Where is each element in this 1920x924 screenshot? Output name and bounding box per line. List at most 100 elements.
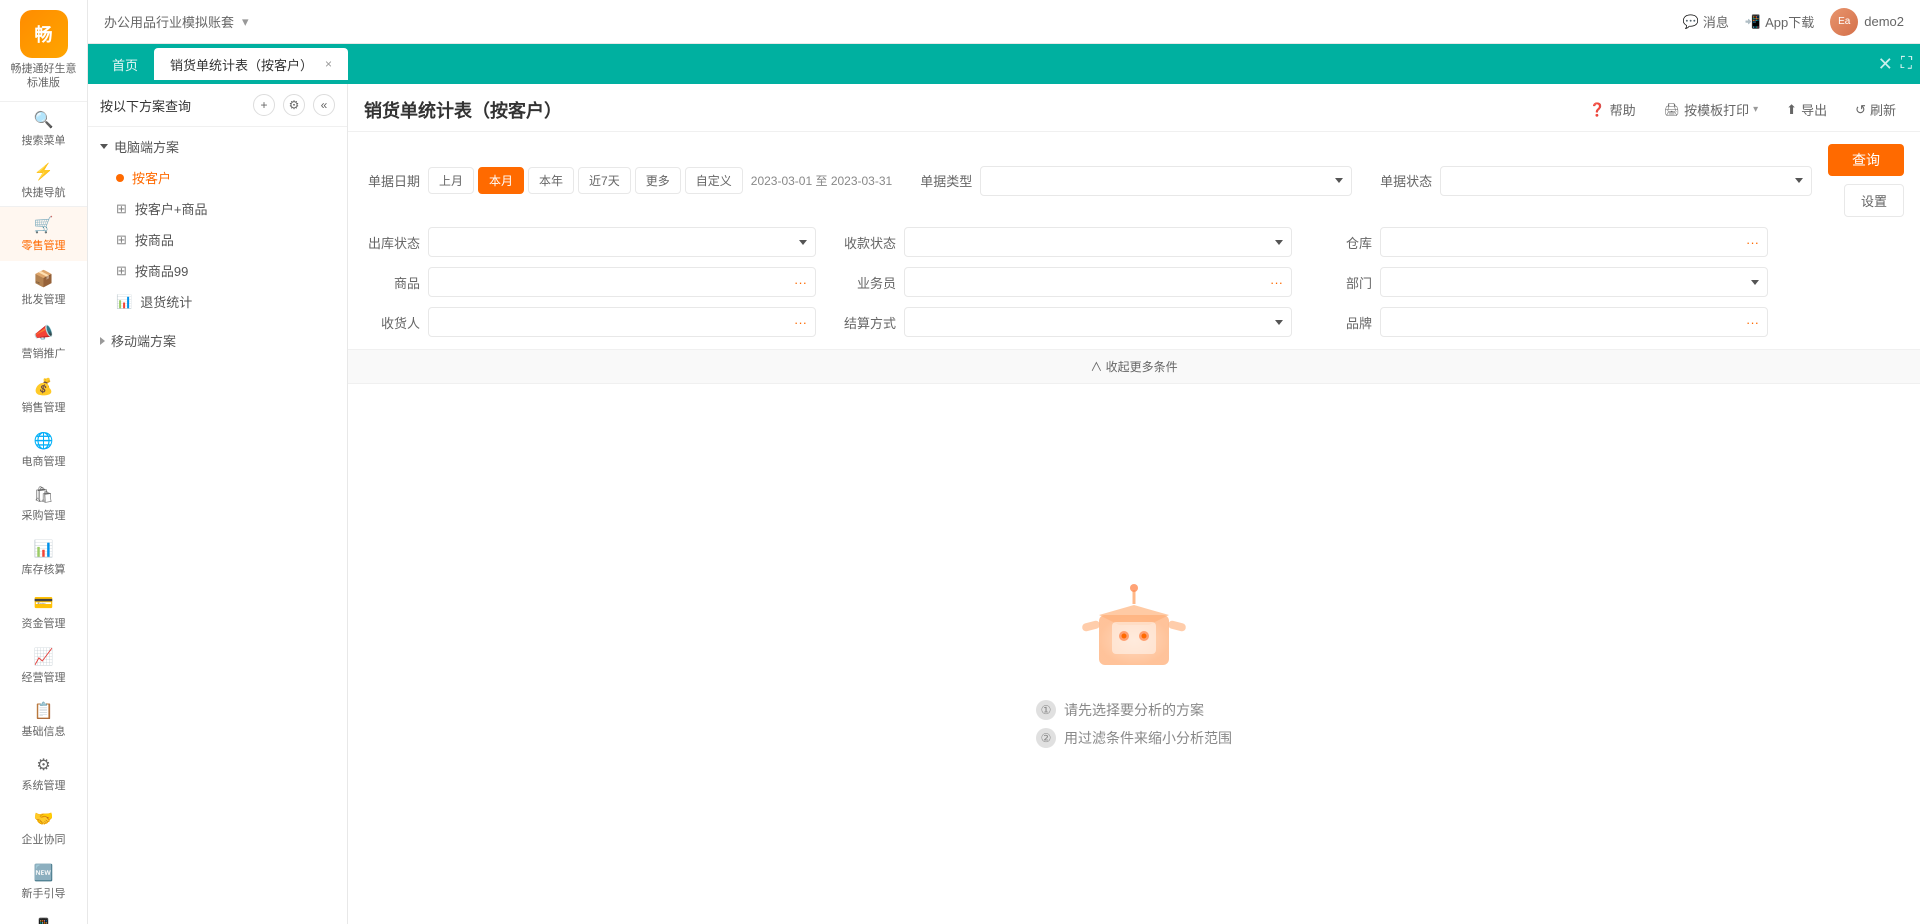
filter-area: 单据日期 上月 本月 本年 近7天 更多 自定义 2023-03-01 至 20… xyxy=(348,132,1920,350)
warehouse-select[interactable]: ··· xyxy=(1380,227,1768,257)
app-download-btn[interactable]: 📲 App下载 xyxy=(1745,12,1814,31)
collapse-panel-btn[interactable]: « xyxy=(313,94,335,116)
salesperson-select[interactable]: ··· xyxy=(904,267,1292,297)
sidebar-item-operations[interactable]: 📈 经营管理 xyxy=(0,639,87,693)
brand-select[interactable]: ··· xyxy=(1380,307,1768,337)
filter-row-4: 收货人 ··· 结算方式 品牌 xyxy=(364,307,1904,337)
out-status-label: 出库状态 xyxy=(364,233,420,252)
order-type-select[interactable] xyxy=(980,166,1352,196)
print-dropdown-icon[interactable]: ▾ xyxy=(1753,104,1758,115)
date-btn-last-7-days[interactable]: 近7天 xyxy=(578,167,631,194)
warehouse-label: 仓库 xyxy=(1316,233,1372,252)
sidebar-item-marketing[interactable]: 📣 营销推广 xyxy=(0,315,87,369)
search-menu-item[interactable]: 🔍 搜索菜单 xyxy=(0,102,87,156)
out-status-select[interactable] xyxy=(428,227,816,257)
scheme-item-by-product[interactable]: ⊞ 按商品 xyxy=(88,224,347,255)
department-select[interactable] xyxy=(1380,267,1768,297)
refresh-btn[interactable]: ↺ 刷新 xyxy=(1847,96,1904,123)
sidebar-item-apps[interactable]: 📱 应用中心 xyxy=(0,909,87,924)
help-btn[interactable]: ❓ 帮助 xyxy=(1581,96,1643,123)
query-button[interactable]: 查询 xyxy=(1828,144,1904,176)
active-dot xyxy=(116,174,124,182)
brand-label: 品牌 xyxy=(1316,313,1372,332)
sidebar-item-enterprise[interactable]: 🤝 企业协同 xyxy=(0,801,87,855)
sidebar-item-sales[interactable]: 💰 销售管理 xyxy=(0,369,87,423)
pc-scheme-group-header[interactable]: 电脑端方案 xyxy=(88,131,347,162)
inventory-label: 库存核算 xyxy=(22,561,66,577)
ecommerce-icon: 🌐 xyxy=(34,431,54,451)
order-status-select[interactable] xyxy=(1440,166,1812,196)
template-print-btn[interactable]: 🖨 按模板打印 ▾ xyxy=(1656,96,1767,123)
settings-scheme-btn[interactable]: ⚙ xyxy=(283,94,305,116)
search-icon: 🔍 xyxy=(34,110,54,130)
tab-close-icon[interactable]: × xyxy=(325,57,332,71)
right-panel: 销货单统计表（按客户） ❓ 帮助 🖨 按模板打印 ▾ ⬆ 导出 xyxy=(348,84,1920,924)
sidebar-item-tutorial[interactable]: 🆕 新手引导 xyxy=(0,855,87,909)
basic-icon: 📋 xyxy=(34,701,54,721)
sidebar-item-basic[interactable]: 📋 基础信息 xyxy=(0,693,87,747)
enterprise-icon: 🤝 xyxy=(34,809,54,829)
scheme-item-by-product99[interactable]: ⊞ 按商品99 xyxy=(88,255,347,286)
sidebar-item-retail[interactable]: 🛒 零售管理 xyxy=(0,207,87,261)
header-actions: 💬 消息 📲 App下载 Ea demo2 xyxy=(1683,8,1904,36)
sidebar-item-inventory[interactable]: 📊 库存核算 xyxy=(0,531,87,585)
logo-icon: 畅 xyxy=(20,10,68,58)
operations-icon: 📈 xyxy=(34,647,54,667)
collapse-more-conditions-bar[interactable]: ∧ 收起更多条件 xyxy=(348,350,1920,384)
sidebar-item-purchase[interactable]: 🛍 采购管理 xyxy=(0,477,87,531)
system-label: 系统管理 xyxy=(22,777,66,793)
main-area: 办公用品行业模拟账套 ▾ 💬 消息 📲 App下载 Ea demo2 首页 销货… xyxy=(88,0,1920,924)
wholesale-icon: 📦 xyxy=(34,269,54,289)
add-scheme-btn[interactable]: + xyxy=(253,94,275,116)
sidebar-item-ecommerce[interactable]: 🌐 电商管理 xyxy=(0,423,87,477)
user-profile-btn[interactable]: Ea demo2 xyxy=(1830,8,1904,36)
purchase-icon: 🛍 xyxy=(33,485,53,505)
date-btn-custom[interactable]: 自定义 xyxy=(685,167,743,194)
industry-label: 办公用品行业模拟账套 xyxy=(104,12,234,31)
product-select[interactable]: ··· xyxy=(428,267,816,297)
receipt-status-select[interactable] xyxy=(904,227,1292,257)
tab-current[interactable]: 销货单统计表（按客户） × xyxy=(154,48,348,80)
mobile-scheme-group-header[interactable]: 移动端方案 xyxy=(88,325,347,356)
receipt-status-dropdown-icon xyxy=(1275,240,1283,245)
group-collapse-icon xyxy=(100,337,105,345)
settlement-filter-item: 结算方式 xyxy=(840,307,1292,337)
date-btn-last-month[interactable]: 上月 xyxy=(428,167,474,194)
window-close-btn[interactable]: ✕ xyxy=(1878,54,1893,75)
settings-button[interactable]: 设置 xyxy=(1844,184,1904,217)
tip-num-1: ① xyxy=(1036,700,1056,720)
print-icon: 🖨 xyxy=(1664,102,1681,118)
sidebar-item-system[interactable]: ⚙ 系统管理 xyxy=(0,747,87,801)
sidebar-item-wholesale[interactable]: 📦 批发管理 xyxy=(0,261,87,315)
salesperson-more-icon: ··· xyxy=(1270,275,1283,290)
app-download-label: App下载 xyxy=(1765,12,1814,31)
scheme-panel: 按以下方案查询 + ⚙ « 电脑端方案 按客户 ⊞ xyxy=(88,84,348,924)
date-btn-this-month[interactable]: 本月 xyxy=(478,167,524,194)
industry-dropdown-icon[interactable]: ▾ xyxy=(242,14,249,30)
product-label: 商品 xyxy=(364,273,420,292)
settlement-select[interactable] xyxy=(904,307,1292,337)
fullscreen-btn[interactable]: ⛶ xyxy=(1901,55,1912,73)
receiver-more-icon: ··· xyxy=(794,315,807,330)
wholesale-label: 批发管理 xyxy=(22,291,66,307)
date-btn-this-year[interactable]: 本年 xyxy=(528,167,574,194)
receiver-select[interactable]: ··· xyxy=(428,307,816,337)
tab-home[interactable]: 首页 xyxy=(96,48,154,80)
bar-icon: 📊 xyxy=(116,294,132,310)
receipt-status-label: 收款状态 xyxy=(840,233,896,252)
help-label: 帮助 xyxy=(1610,100,1636,119)
message-icon: 💬 xyxy=(1683,14,1699,30)
scheme-item-return-stats[interactable]: 📊 退货统计 xyxy=(88,286,347,317)
quick-nav-item[interactable]: ⚡ 快捷导航 xyxy=(0,156,87,207)
export-btn[interactable]: ⬆ 导出 xyxy=(1778,96,1835,123)
date-btn-more[interactable]: 更多 xyxy=(635,167,681,194)
scheme-item-label: 按客户+商品 xyxy=(135,199,208,218)
user-name: demo2 xyxy=(1864,14,1904,29)
filter-row-3: 商品 ··· 业务员 ··· 部门 xyxy=(364,267,1904,297)
sidebar-item-finance[interactable]: 💳 资金管理 xyxy=(0,585,87,639)
scheme-item-customer-product[interactable]: ⊞ 按客户+商品 xyxy=(88,193,347,224)
scheme-item-by-customer[interactable]: 按客户 xyxy=(88,162,347,193)
date-filter-buttons: 上月 本月 本年 近7天 更多 自定义 2023-03-01 至 2023-03… xyxy=(428,167,892,194)
messages-btn[interactable]: 💬 消息 xyxy=(1683,12,1729,31)
settlement-label: 结算方式 xyxy=(840,313,896,332)
